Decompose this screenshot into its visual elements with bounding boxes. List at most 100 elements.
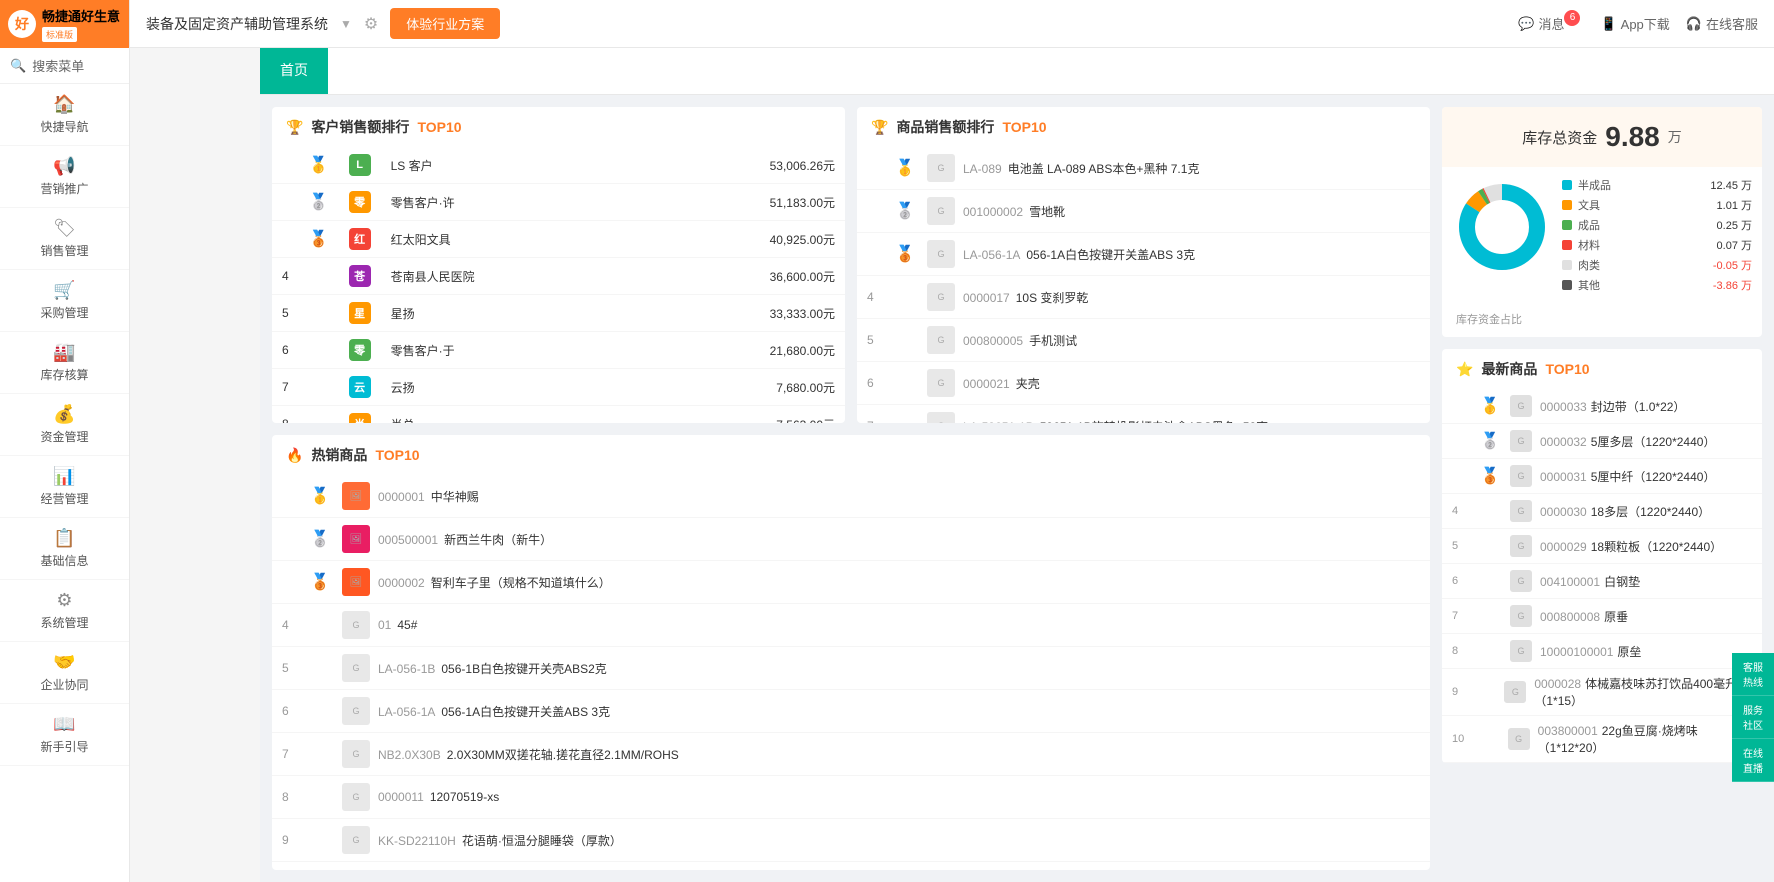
message-icon: 💬 <box>1518 16 1534 32</box>
legend-item: 成品 0.25 万 <box>1562 217 1752 233</box>
product-image: G <box>342 697 370 725</box>
newest-product-image: G <box>1510 535 1532 557</box>
list-item: 4 G 000001710S 变刹罗乾 <box>857 276 1430 319</box>
live-chat-button[interactable]: 在线直播 <box>1732 739 1774 782</box>
customer-ranking-list: 🥇 L LS 客户 53,006.26元 🥈 零 零售客户·许 51,183.0… <box>272 147 845 423</box>
sidebar-item-sales[interactable]: 🏷 销售管理 <box>0 208 129 270</box>
sidebar-item-quick-nav[interactable]: 🏠 快捷导航 <box>0 84 129 146</box>
table-row: 6 零 零售客户·于 21,680.00元 <box>272 332 845 369</box>
newest-products-list: 🥇 G 0000033封边带（1.0*22） 🥈 G 00000325厘多层（1… <box>1442 389 1762 763</box>
table-row: 4 苍 苍南县人民医院 36,600.00元 <box>272 258 845 295</box>
sidebar-item-label: 企业协同 <box>40 676 88 693</box>
logo-icon: 好 <box>8 10 36 38</box>
product-image: 🖼 <box>342 568 370 596</box>
sidebar-item-marketing[interactable]: 📢 营销推广 <box>0 146 129 208</box>
customer-service-button[interactable]: 客服热线 <box>1732 653 1774 696</box>
list-item: 8 G 10000100001原垒 <box>1442 634 1762 669</box>
bronze-medal-icon: 🥉 <box>895 246 915 263</box>
sidebar-item-inventory[interactable]: 🏭 库存核算 <box>0 332 129 394</box>
sidebar-item-basic-info[interactable]: 📋 基础信息 <box>0 518 129 580</box>
message-button[interactable]: 💬 消息 6 <box>1518 14 1584 33</box>
quick-nav-icon: 🏠 <box>53 94 75 115</box>
bronze-medal-icon: 🥉 <box>309 231 329 248</box>
list-item: 4 G 0145# <box>272 604 1430 647</box>
online-service-button[interactable]: 🎧 在线客服 <box>1686 14 1758 33</box>
sidebar-item-label: 库存核算 <box>40 366 88 383</box>
sidebar-item-enterprise[interactable]: 🤝 企业协同 <box>0 642 129 704</box>
sidebar-search[interactable]: 🔍 搜索菜单 <box>0 48 129 84</box>
sidebar-item-finance[interactable]: 💰 资金管理 <box>0 394 129 456</box>
list-item: 9 G 0000028体械嘉枝味苏打饮品400毫升（1*15） <box>1442 669 1762 716</box>
product-sales-ranking-card: 🏆 商品销售额排行 TOP10 🥇 G LA-089电池盖 LA-089 ABS… <box>857 107 1430 423</box>
header-right: 💬 消息 6 📱 App下载 🎧 在线客服 <box>1518 14 1758 33</box>
table-row: 5 星 星扬 33,333.00元 <box>272 295 845 332</box>
list-item: 6 G LA-056-1A056-1A白色按键开关盖ABS 3克 <box>272 690 1430 733</box>
silver-medal-icon: 🥈 <box>310 531 330 548</box>
list-item: 🥇 G LA-089电池盖 LA-089 ABS本色+黑种 7.1克 <box>857 147 1430 190</box>
legend-color-dot <box>1562 280 1572 290</box>
legend-color-dot <box>1562 260 1572 270</box>
gold-medal-icon: 🥇 <box>895 160 915 177</box>
content-grid: 🏆 客户销售额排行 TOP10 🥇 L LS 客户 53,006.26元 🥈 零… <box>260 95 1774 882</box>
sidebar-item-system[interactable]: ⚙ 系统管理 <box>0 580 129 642</box>
product-sales-ranking-list: 🥇 G LA-089电池盖 LA-089 ABS本色+黑种 7.1克 🥈 G 0… <box>857 147 1430 423</box>
bronze-medal-icon: 🥉 <box>310 574 330 591</box>
finance-icon: 💰 <box>53 404 75 425</box>
service-community-button[interactable]: 服务社区 <box>1732 696 1774 739</box>
trial-plan-button[interactable]: 体验行业方案 <box>390 8 500 39</box>
right-column: 库存总资金 9.88 万 <box>1442 107 1762 870</box>
table-row: 🥇 L LS 客户 53,006.26元 <box>272 147 845 184</box>
sidebar-item-guide[interactable]: 📖 新手引导 <box>0 704 129 766</box>
list-item: 🥉 G 00000315厘中纤（1220*2440） <box>1442 459 1762 494</box>
enterprise-icon: 🤝 <box>53 652 75 673</box>
product-image: G <box>927 412 955 423</box>
list-item: 10 G 00380000122g鱼豆腐·烧烤味（1*12*20） <box>1442 716 1762 763</box>
middle-area: 🏆 客户销售额排行 TOP10 🥇 L LS 客户 53,006.26元 🥈 零… <box>272 107 1430 423</box>
product-image: G <box>927 283 955 311</box>
legend-item: 其他 -3.86 万 <box>1562 277 1752 293</box>
list-item: 5 G LA-056-1B056-1B白色按键开关壳ABS2克 <box>272 647 1430 690</box>
sidebar-nav: 🏠 快捷导航📢 营销推广🏷 销售管理🛒 采购管理🏭 库存核算💰 资金管理📊 经营… <box>0 84 129 766</box>
newest-product-image: G <box>1510 395 1532 417</box>
list-item: 🥉 🖼 0000002智利车子里（规格不知道填什么） <box>272 561 1430 604</box>
silver-medal-icon: 🥈 <box>309 194 329 211</box>
sidebar-item-label: 经营管理 <box>40 490 88 507</box>
main-area: 首页 🏆 客户销售额排行 TOP10 🥇 L LS 客户 53,006.26元 … <box>260 48 1774 882</box>
inventory-legend: 半成品 12.45 万 文具 1.01 万 成品 0.25 万 材料 0.07 … <box>1562 177 1752 297</box>
sales-icon: 🏷 <box>53 218 76 239</box>
newest-product-image: G <box>1510 500 1532 522</box>
customer-ranking-header: 🏆 客户销售额排行 TOP10 <box>272 107 845 147</box>
trophy-icon: 🏆 <box>286 119 303 136</box>
sidebar-item-label: 新手引导 <box>40 738 88 755</box>
product-image: G <box>342 826 370 854</box>
legend-color-dot <box>1562 240 1572 250</box>
sidebar-item-purchase[interactable]: 🛒 采购管理 <box>0 270 129 332</box>
list-item: 🥈 🖼 000500001新西兰牛肉（新牛） <box>272 518 1430 561</box>
newest-product-image: G <box>1510 465 1532 487</box>
product-sales-ranking-header: 🏆 商品销售额排行 TOP10 <box>857 107 1430 147</box>
newest-product-image: G <box>1510 605 1532 627</box>
list-item: 🥈 G 00000325厘多层（1220*2440） <box>1442 424 1762 459</box>
phone-icon: 📱 <box>1600 16 1616 32</box>
newest-products-header: ⭐ 最新商品 TOP10 <box>1442 349 1762 389</box>
list-item: 5 G 000800005手机测试 <box>857 319 1430 362</box>
left-column: 🏆 客户销售额排行 TOP10 🥇 L LS 客户 53,006.26元 🥈 零… <box>272 107 1430 870</box>
newest-product-image: G <box>1510 640 1532 662</box>
gold-medal-icon: 🥇 <box>309 157 329 174</box>
purchase-icon: 🛒 <box>53 280 75 301</box>
table-row: 7 云 云扬 7,680.00元 <box>272 369 845 406</box>
inventory-footer: 库存资金占比 <box>1442 307 1762 337</box>
sidebar-item-label: 系统管理 <box>40 614 88 631</box>
newest-products-card: ⭐ 最新商品 TOP10 🥇 G 0000033封边带（1.0*22） 🥈 G … <box>1442 349 1762 763</box>
app-download-button[interactable]: 📱 App下载 <box>1600 14 1669 33</box>
settings-icon[interactable]: ⚙ <box>364 14 378 34</box>
product-image: 🖼 <box>342 525 370 553</box>
list-item: 6 G 0000021夹壳 <box>857 362 1430 405</box>
tab-home[interactable]: 首页 <box>260 48 328 94</box>
dropdown-arrow-icon[interactable]: ▼ <box>340 17 352 31</box>
sidebar-item-operations[interactable]: 📊 经营管理 <box>0 456 129 518</box>
newest-product-image: G <box>1510 570 1532 592</box>
legend-color-dot <box>1562 180 1572 190</box>
product-image: G <box>342 740 370 768</box>
donut-section: 半成品 12.45 万 文具 1.01 万 成品 0.25 万 材料 0.07 … <box>1442 167 1762 307</box>
